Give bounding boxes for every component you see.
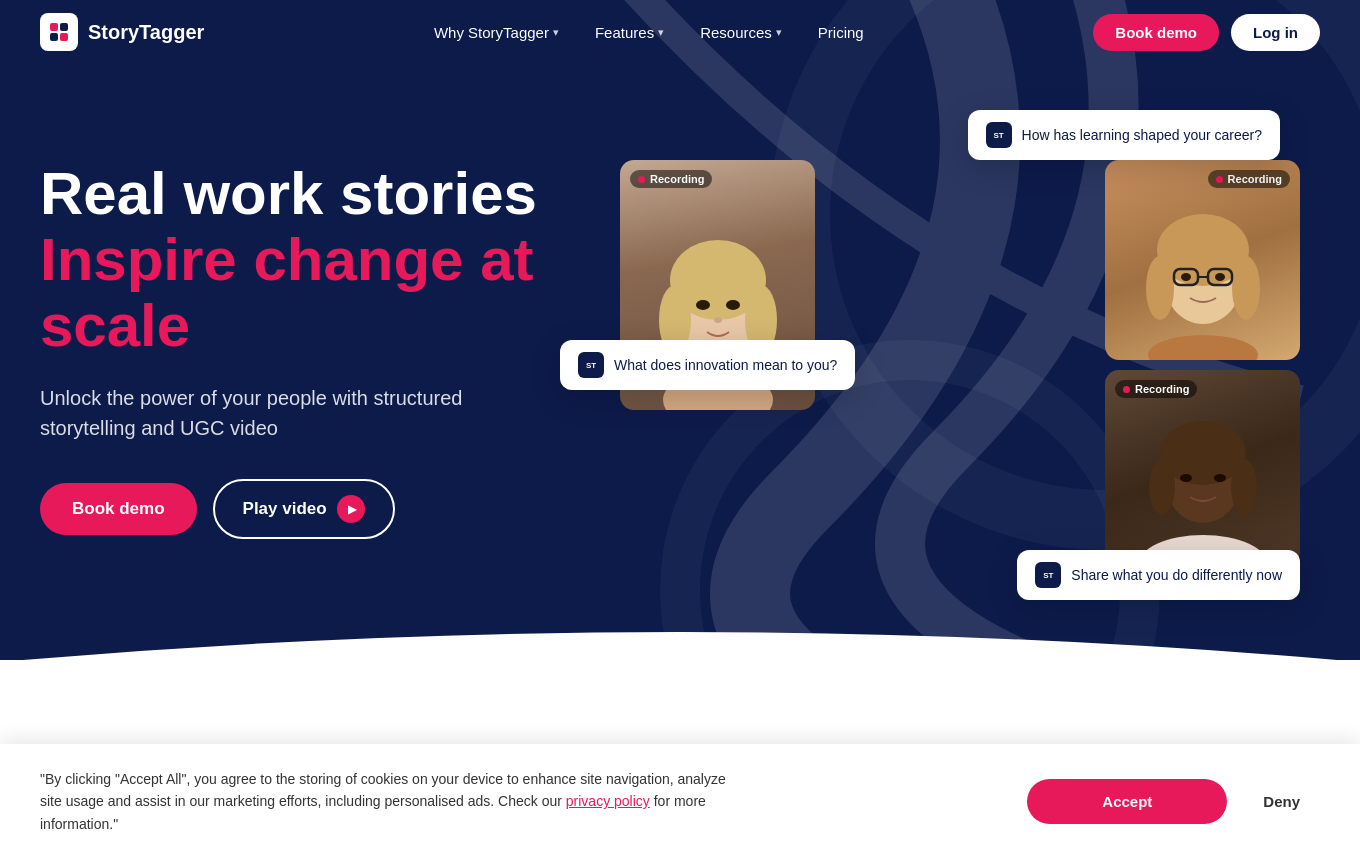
hero-section: Real work stories Inspire change at scal… — [0, 0, 1360, 660]
svg-rect-2 — [50, 33, 58, 41]
hero-title: Real work stories Inspire change at scal… — [40, 161, 540, 359]
st-logo-icon: ST — [986, 122, 1012, 148]
prompt-bubble-mid: ST What does innovation mean to you? — [560, 340, 855, 390]
svg-point-28 — [1214, 474, 1226, 482]
svg-point-25 — [1149, 459, 1175, 515]
hero-book-demo-button[interactable]: Book demo — [40, 483, 197, 535]
hero-text: Real work stories Inspire change at scal… — [40, 161, 540, 539]
svg-rect-3 — [60, 33, 68, 41]
svg-point-12 — [1148, 335, 1258, 360]
prompt-bubble-bottom: ST Share what you do differently now — [1017, 550, 1300, 600]
nav-links: Why StoryTagger ▾ Features ▾ Resources ▾… — [420, 16, 878, 49]
cookie-accept-button[interactable]: Accept — [1027, 779, 1227, 824]
nav-login-button[interactable]: Log in — [1231, 14, 1320, 51]
hero-subtitle: Unlock the power of your people with str… — [40, 383, 480, 443]
video-thumb-2: Recording — [1105, 160, 1300, 360]
nav-resources[interactable]: Resources ▾ — [686, 16, 796, 49]
navbar: StoryTagger Why StoryTagger ▾ Features ▾… — [0, 0, 1360, 64]
cookie-banner: "By clicking "Accept All", you agree to … — [0, 744, 1360, 859]
nav-features[interactable]: Features ▾ — [581, 16, 678, 49]
logo[interactable]: StoryTagger — [40, 13, 204, 51]
hero-play-video-button[interactable]: Play video ▶ — [213, 479, 395, 539]
recording-badge-2: Recording — [1208, 170, 1290, 188]
svg-point-16 — [1232, 256, 1260, 320]
nav-actions: Book demo Log in — [1093, 14, 1320, 51]
video-thumb-3: Recording — [1105, 370, 1300, 565]
cookie-text: "By clicking "Accept All", you agree to … — [40, 768, 740, 835]
svg-rect-1 — [60, 23, 68, 31]
svg-rect-0 — [50, 23, 58, 31]
logo-icon — [40, 13, 78, 51]
chevron-down-icon: ▾ — [658, 26, 664, 39]
cookie-actions: Accept Deny — [1027, 779, 1320, 824]
recording-badge-1: Recording — [630, 170, 712, 188]
chevron-down-icon: ▾ — [776, 26, 782, 39]
recording-badge-3: Recording — [1115, 380, 1197, 398]
nav-why[interactable]: Why StoryTagger ▾ — [420, 16, 573, 49]
st-logo-icon-mid: ST — [578, 352, 604, 378]
hero-buttons: Book demo Play video ▶ — [40, 479, 540, 539]
svg-point-27 — [1180, 474, 1192, 482]
play-icon: ▶ — [337, 495, 365, 523]
svg-point-20 — [1181, 273, 1191, 281]
cookie-deny-button[interactable]: Deny — [1243, 779, 1320, 824]
privacy-policy-link[interactable]: privacy policy — [566, 793, 650, 809]
svg-point-15 — [1146, 256, 1174, 320]
svg-point-21 — [1215, 273, 1225, 281]
nav-pricing[interactable]: Pricing — [804, 16, 878, 49]
svg-point-9 — [696, 300, 710, 310]
logo-text: StoryTagger — [88, 21, 204, 44]
svg-point-26 — [1231, 459, 1257, 515]
nav-book-demo-button[interactable]: Book demo — [1093, 14, 1219, 51]
hero-visual: ST How has learning shaped your career? — [580, 110, 1320, 590]
st-logo-icon-bottom: ST — [1035, 562, 1061, 588]
prompt-bubble-top: ST How has learning shaped your career? — [968, 110, 1280, 160]
svg-point-11 — [714, 317, 722, 323]
hero-inner: Real work stories Inspire change at scal… — [0, 10, 1360, 650]
chevron-down-icon: ▾ — [553, 26, 559, 39]
svg-point-10 — [726, 300, 740, 310]
